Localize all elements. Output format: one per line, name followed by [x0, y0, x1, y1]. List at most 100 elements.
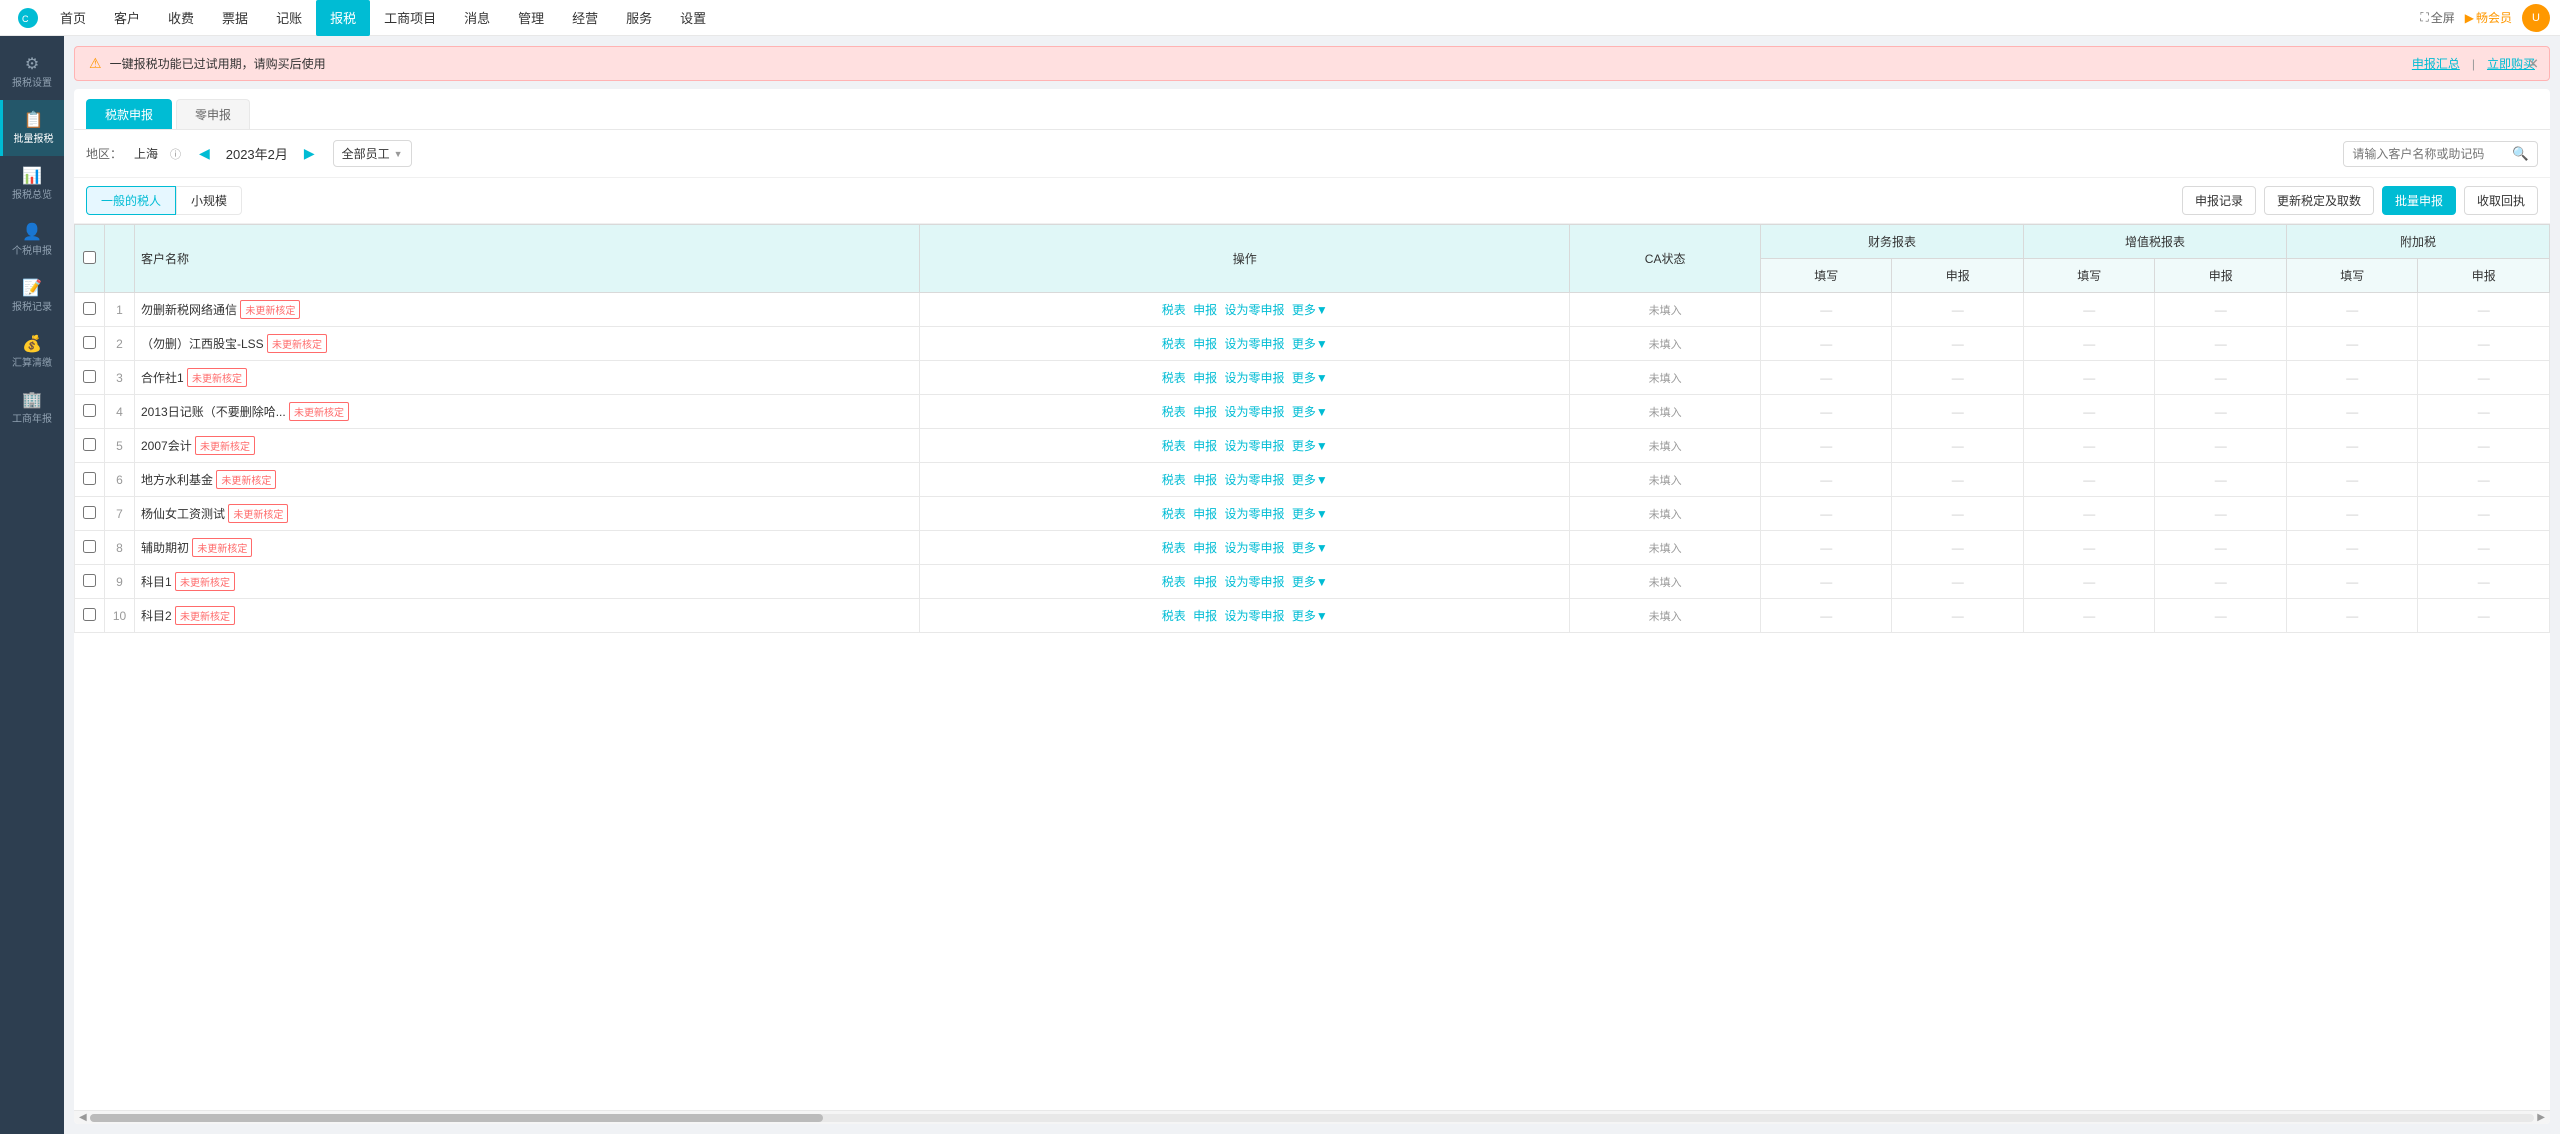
op-more-0[interactable]: 更多▼: [1292, 303, 1328, 317]
nav-client[interactable]: 客户: [100, 0, 154, 36]
department-select[interactable]: 全部员工 ▼: [333, 140, 412, 167]
op-declare-3[interactable]: 申报: [1193, 405, 1217, 419]
nav-service[interactable]: 服务: [612, 0, 666, 36]
op-declare-4[interactable]: 申报: [1193, 439, 1217, 453]
op-zero-0[interactable]: 设为零申报: [1225, 303, 1285, 317]
op-more-2[interactable]: 更多▼: [1292, 371, 1328, 385]
op-zero-1[interactable]: 设为零申报: [1225, 337, 1285, 351]
scroll-right-arrow[interactable]: ▶: [2534, 1112, 2548, 1123]
info-icon[interactable]: ⓘ: [170, 146, 181, 162]
fullscreen-button[interactable]: ⛶ 全屏: [2420, 9, 2454, 26]
op-more-6[interactable]: 更多▼: [1292, 507, 1328, 521]
op-more-9[interactable]: 更多▼: [1292, 609, 1328, 623]
sidebar-item-tax-settings[interactable]: ⚙ 报税设置: [0, 44, 64, 100]
op-declare-2[interactable]: 申报: [1193, 371, 1217, 385]
nav-account[interactable]: 记账: [262, 0, 316, 36]
tab-zero-declaration[interactable]: 零申报: [176, 99, 250, 129]
op-taxform-2[interactable]: 税表: [1162, 371, 1186, 385]
row-select-6[interactable]: [83, 506, 96, 519]
row-checkbox-4[interactable]: [75, 429, 105, 463]
sidebar-item-personal-tax[interactable]: 👤 个税申报: [0, 212, 64, 268]
date-next-button[interactable]: ▶: [298, 143, 321, 164]
nav-invoice[interactable]: 票据: [208, 0, 262, 36]
row-select-8[interactable]: [83, 574, 96, 587]
batch-declare-button[interactable]: 批量申报: [2382, 186, 2456, 215]
nav-biz[interactable]: 工商项目: [370, 0, 450, 36]
op-zero-2[interactable]: 设为零申报: [1225, 371, 1285, 385]
row-select-5[interactable]: [83, 472, 96, 485]
op-declare-0[interactable]: 申报: [1193, 303, 1217, 317]
tab-tax-declaration[interactable]: 税款申报: [86, 99, 172, 129]
row-checkbox-3[interactable]: [75, 395, 105, 429]
op-taxform-7[interactable]: 税表: [1162, 541, 1186, 555]
op-declare-7[interactable]: 申报: [1193, 541, 1217, 555]
op-declare-1[interactable]: 申报: [1193, 337, 1217, 351]
sidebar-item-annual-report[interactable]: 🏢 工商年报: [0, 380, 64, 436]
close-notification-button[interactable]: ✕: [2527, 55, 2539, 72]
op-more-1[interactable]: 更多▼: [1292, 337, 1328, 351]
op-zero-8[interactable]: 设为零申报: [1225, 575, 1285, 589]
op-taxform-9[interactable]: 税表: [1162, 609, 1186, 623]
nav-manage[interactable]: 管理: [504, 0, 558, 36]
op-zero-5[interactable]: 设为零申报: [1225, 473, 1285, 487]
op-more-8[interactable]: 更多▼: [1292, 575, 1328, 589]
op-taxform-3[interactable]: 税表: [1162, 405, 1186, 419]
row-select-9[interactable]: [83, 608, 96, 621]
user-avatar[interactable]: U: [2522, 4, 2550, 32]
row-checkbox-1[interactable]: [75, 327, 105, 361]
op-taxform-4[interactable]: 税表: [1162, 439, 1186, 453]
row-select-3[interactable]: [83, 404, 96, 417]
sidebar-item-settlement[interactable]: 💰 汇算清缴: [0, 324, 64, 380]
nav-operation[interactable]: 经营: [558, 0, 612, 36]
row-checkbox-8[interactable]: [75, 565, 105, 599]
op-taxform-0[interactable]: 税表: [1162, 303, 1186, 317]
op-zero-9[interactable]: 设为零申报: [1225, 609, 1285, 623]
op-taxform-1[interactable]: 税表: [1162, 337, 1186, 351]
horizontal-scrollbar[interactable]: [90, 1114, 2535, 1122]
row-checkbox-0[interactable]: [75, 293, 105, 327]
op-more-5[interactable]: 更多▼: [1292, 473, 1328, 487]
row-checkbox-2[interactable]: [75, 361, 105, 395]
op-more-7[interactable]: 更多▼: [1292, 541, 1328, 555]
nav-home[interactable]: 首页: [46, 0, 100, 36]
row-select-2[interactable]: [83, 370, 96, 383]
op-zero-4[interactable]: 设为零申报: [1225, 439, 1285, 453]
row-select-0[interactable]: [83, 302, 96, 315]
nav-message[interactable]: 消息: [450, 0, 504, 36]
collect-receipt-button[interactable]: 收取回执: [2464, 186, 2538, 215]
row-select-4[interactable]: [83, 438, 96, 451]
notification-link-summary[interactable]: 申报汇总: [2412, 55, 2460, 72]
op-taxform-5[interactable]: 税表: [1162, 473, 1186, 487]
row-select-7[interactable]: [83, 540, 96, 553]
op-declare-9[interactable]: 申报: [1193, 609, 1217, 623]
date-prev-button[interactable]: ◀: [193, 143, 216, 164]
taxpayer-tab-small[interactable]: 小规模: [176, 186, 242, 215]
op-declare-5[interactable]: 申报: [1193, 473, 1217, 487]
sidebar-item-tax-records[interactable]: 📝 报税记录: [0, 268, 64, 324]
upgrade-button[interactable]: ▶ 畅会员: [2465, 9, 2512, 26]
op-taxform-8[interactable]: 税表: [1162, 575, 1186, 589]
select-all-checkbox[interactable]: [83, 251, 96, 264]
sidebar-item-batch-tax[interactable]: 📋 批量报税: [0, 100, 64, 156]
taxpayer-tab-general[interactable]: 一般的税人: [86, 186, 176, 215]
search-input[interactable]: [2344, 143, 2504, 165]
row-select-1[interactable]: [83, 336, 96, 349]
nav-tax[interactable]: 报税: [316, 0, 370, 36]
op-zero-7[interactable]: 设为零申报: [1225, 541, 1285, 555]
op-taxform-6[interactable]: 税表: [1162, 507, 1186, 521]
op-more-4[interactable]: 更多▼: [1292, 439, 1328, 453]
row-checkbox-5[interactable]: [75, 463, 105, 497]
op-declare-6[interactable]: 申报: [1193, 507, 1217, 521]
nav-settings[interactable]: 设置: [666, 0, 720, 36]
nav-fee[interactable]: 收费: [154, 0, 208, 36]
op-zero-6[interactable]: 设为零申报: [1225, 507, 1285, 521]
update-tax-button[interactable]: 更新税定及取数: [2264, 186, 2374, 215]
op-more-3[interactable]: 更多▼: [1292, 405, 1328, 419]
search-button[interactable]: 🔍: [2504, 142, 2537, 166]
op-declare-8[interactable]: 申报: [1193, 575, 1217, 589]
row-checkbox-7[interactable]: [75, 531, 105, 565]
op-zero-3[interactable]: 设为零申报: [1225, 405, 1285, 419]
row-checkbox-9[interactable]: [75, 599, 105, 633]
declaration-record-button[interactable]: 申报记录: [2182, 186, 2256, 215]
row-checkbox-6[interactable]: [75, 497, 105, 531]
